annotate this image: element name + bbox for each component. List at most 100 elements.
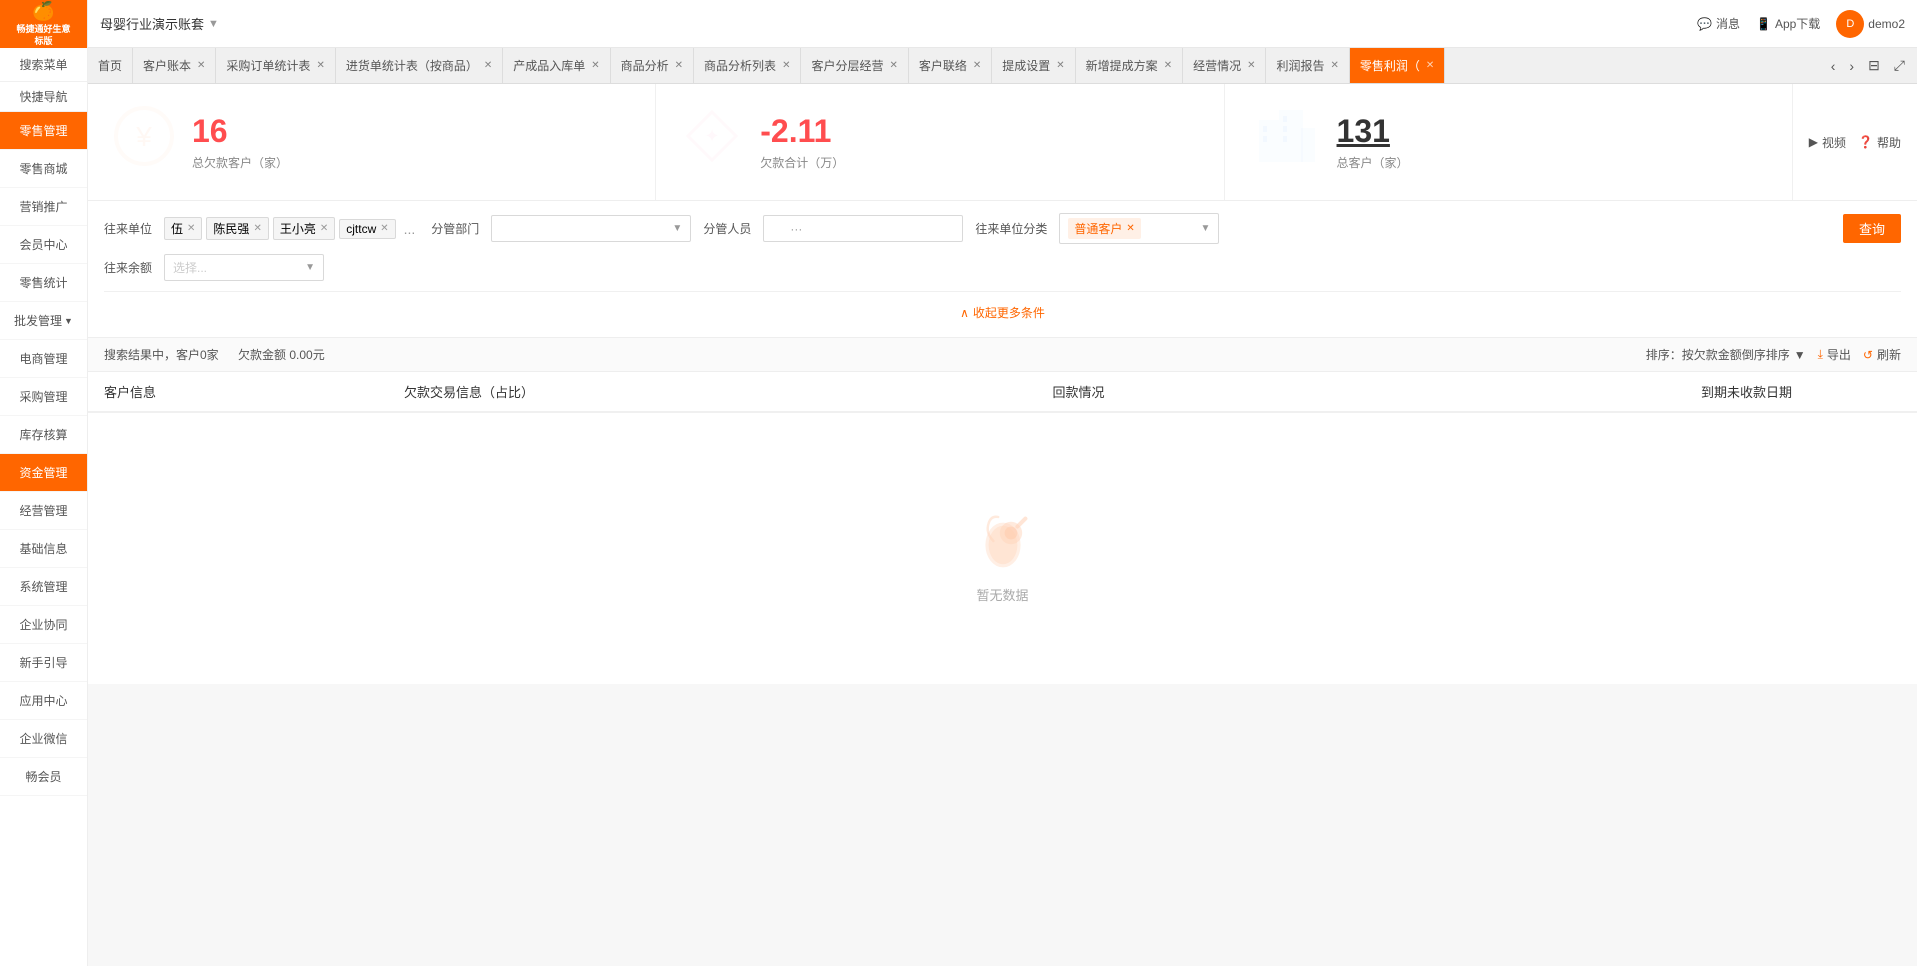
sidebar-item-retail-stats[interactable]: 零售统计 (0, 264, 87, 302)
tab-bar: 首页 客户账本 ✕ 采购订单统计表 ✕ 进货单统计表（按商品） ✕ 产成品入库单… (88, 48, 1917, 84)
remove-tag-icon[interactable]: ✕ (320, 223, 328, 234)
top-header: 母婴行业演示账套 ▼ 💬 消息 📱 App下载 D demo2 (88, 0, 1917, 48)
remove-class-tag-icon[interactable]: ✕ (1126, 223, 1134, 234)
tab-customer-account[interactable]: 客户账本 ✕ (133, 48, 216, 84)
tab-home[interactable]: 首页 (88, 48, 133, 84)
sidebar-item-app-center[interactable]: 应用中心 (0, 682, 87, 720)
remove-tag-icon[interactable]: ✕ (380, 223, 388, 234)
close-icon[interactable]: ✕ (889, 60, 897, 71)
sidebar-item-wechat[interactable]: 企业微信 (0, 720, 87, 758)
question-icon: ❓ (1858, 135, 1873, 149)
refresh-btn[interactable]: ↺ 刷新 (1863, 346, 1901, 363)
sidebar-item-operations[interactable]: 经营管理 (0, 492, 87, 530)
filter-class-tag[interactable]: 普通客户 ✕ (1068, 218, 1140, 239)
filter-tag-cjttcw[interactable]: cjttcw ✕ (339, 219, 395, 239)
header-right: 💬 消息 📱 App下载 D demo2 (1697, 10, 1905, 38)
filter-unit-class-select[interactable]: 普通客户 ✕ ▼ (1059, 213, 1219, 244)
tab-next-icon[interactable]: › (1845, 56, 1858, 76)
sidebar-item-search[interactable]: 搜索菜单 (0, 48, 87, 82)
tenant-selector[interactable]: 母婴行业演示账套 ▼ (100, 14, 219, 33)
col-due-date: 到期未收款日期 (1701, 382, 1901, 401)
tab-product-analysis[interactable]: 商品分析 ✕ (611, 48, 694, 84)
remove-tag-icon[interactable]: ✕ (253, 223, 261, 234)
sidebar-item-collab[interactable]: 企业协同 (0, 606, 87, 644)
sidebar-item-ecommerce[interactable]: 电商管理 (0, 340, 87, 378)
sidebar-item-purchase[interactable]: 采购管理 (0, 378, 87, 416)
result-summary: 搜索结果中，客户0家 欠款金额 0.00元 (104, 346, 325, 363)
tab-new-commission[interactable]: 新增提成方案 ✕ (1076, 48, 1183, 84)
sidebar-item-finance[interactable]: 资金管理 (0, 454, 87, 492)
app-download-btn[interactable]: 📱 App下载 (1756, 15, 1820, 32)
tab-product-entry[interactable]: 产成品入库单 ✕ (503, 48, 610, 84)
tab-customer-contact[interactable]: 客户联络 ✕ (909, 48, 992, 84)
tab-purchase-order[interactable]: 采购订单统计表 ✕ (216, 48, 335, 84)
sidebar-item-member[interactable]: 畅会员 (0, 758, 87, 796)
col-repayment: 回款情况 (1053, 382, 1702, 401)
data-table: 客户信息 欠款交易信息（占比） 回款情况 到期未收款日期 暂无数据 (88, 372, 1917, 684)
filter-balance-label: 往来余额 (104, 259, 152, 276)
filter-tag-chen[interactable]: 陈民强 ✕ (206, 217, 268, 240)
close-icon[interactable]: ✕ (1247, 60, 1255, 71)
stats-bar: ¥ 16 总欠款客户（家） ✦ -2.11 欠款合计（万） (88, 84, 1917, 201)
close-icon[interactable]: ✕ (973, 60, 981, 71)
sidebar-item-marketing[interactable]: 营销推广 (0, 188, 87, 226)
remove-tag-icon[interactable]: ✕ (187, 223, 195, 234)
tab-product-analysis-list[interactable]: 商品分析列表 ✕ (694, 48, 801, 84)
close-icon[interactable]: ✕ (316, 60, 324, 71)
more-tags-btn[interactable]: ... (400, 219, 420, 239)
play-icon: ▶ (1809, 135, 1818, 149)
header-left: 母婴行业演示账套 ▼ (100, 14, 219, 33)
export-btn[interactable]: ⤓ 导出 (1818, 346, 1851, 363)
sidebar-item-basic-info[interactable]: 基础信息 (0, 530, 87, 568)
sidebar-item-newbie[interactable]: 新手引导 (0, 644, 87, 682)
sidebar: 🍊 畅捷通好生意 标版 搜索菜单 快捷导航 零售管理 零售商城 营销推广 会员中… (0, 0, 88, 966)
close-icon[interactable]: ✕ (1331, 60, 1339, 71)
fullscreen-icon[interactable]: ⤢ (1890, 55, 1909, 76)
stat-total-debt: ✦ -2.11 欠款合计（万） (656, 84, 1224, 200)
tab-profit-report[interactable]: 利润报告 ✕ (1266, 48, 1349, 84)
close-icon[interactable]: ✕ (1164, 60, 1172, 71)
table-header: 客户信息 欠款交易信息（占比） 回款情况 到期未收款日期 (88, 372, 1917, 413)
search-button[interactable]: 查询 (1843, 214, 1901, 243)
empty-state: 暂无数据 (88, 413, 1917, 684)
sidebar-item-quick-nav[interactable]: 快捷导航 (0, 82, 87, 112)
video-help-btn[interactable]: ▶ 视频 (1809, 134, 1846, 151)
filter-balance-select[interactable]: 选择... ▼ (164, 254, 324, 281)
sort-select[interactable]: 排序：按欠款金额倒序排序 ▼ (1646, 346, 1806, 363)
user-menu[interactable]: D demo2 (1836, 10, 1905, 38)
debt-icon: ✦ (680, 104, 744, 180)
overdue-customers-value: 16 (192, 113, 288, 150)
close-icon[interactable]: ✕ (675, 60, 683, 71)
yuan-icon: ¥ (112, 104, 176, 180)
sidebar-item-retail-mall[interactable]: 零售商城 (0, 150, 87, 188)
tab-stock-stats[interactable]: 进货单统计表（按商品） ✕ (336, 48, 503, 84)
close-icon[interactable]: ✕ (591, 60, 599, 71)
close-icon[interactable]: ✕ (782, 60, 790, 71)
tab-commission-settings[interactable]: 提成设置 ✕ (992, 48, 1075, 84)
filter-manager-select[interactable]: ··· (763, 215, 963, 242)
help-btn[interactable]: ❓ 帮助 (1858, 134, 1901, 151)
sidebar-item-retail-mgmt[interactable]: 零售管理 (0, 112, 87, 150)
tab-customer-layer[interactable]: 客户分层经营 ✕ (801, 48, 908, 84)
close-icon[interactable]: ✕ (1426, 60, 1434, 71)
close-icon[interactable]: ✕ (484, 60, 492, 71)
chevron-down-icon: ▼ (208, 18, 219, 30)
sidebar-item-wholesale[interactable]: 批发管理 ▼ (0, 302, 87, 340)
tab-retail-profit[interactable]: 零售利润（ ✕ (1350, 48, 1445, 84)
stat-overdue-customers: ¥ 16 总欠款客户（家） (88, 84, 656, 200)
sidebar-item-member-center[interactable]: 会员中心 (0, 226, 87, 264)
total-customers-value: 131 (1337, 113, 1409, 150)
collapse-filters-btn[interactable]: ∧ 收起更多条件 (104, 300, 1901, 325)
close-icon[interactable]: ✕ (197, 60, 205, 71)
tab-prev-icon[interactable]: ‹ (1827, 56, 1840, 76)
sidebar-item-inventory[interactable]: 库存核算 (0, 416, 87, 454)
sidebar-item-system[interactable]: 系统管理 (0, 568, 87, 606)
tab-business-status[interactable]: 经营情况 ✕ (1183, 48, 1266, 84)
filter-dept-select[interactable]: ▼ (491, 215, 691, 242)
total-debt-label: 欠款合计（万） (760, 154, 844, 171)
messages-btn[interactable]: 💬 消息 (1697, 15, 1740, 32)
filter-tag-wu[interactable]: 伍 ✕ (164, 217, 202, 240)
tab-menu-icon[interactable]: ⊟ (1864, 55, 1884, 76)
filter-tag-wang[interactable]: 王小亮 ✕ (273, 217, 335, 240)
close-icon[interactable]: ✕ (1056, 60, 1064, 71)
